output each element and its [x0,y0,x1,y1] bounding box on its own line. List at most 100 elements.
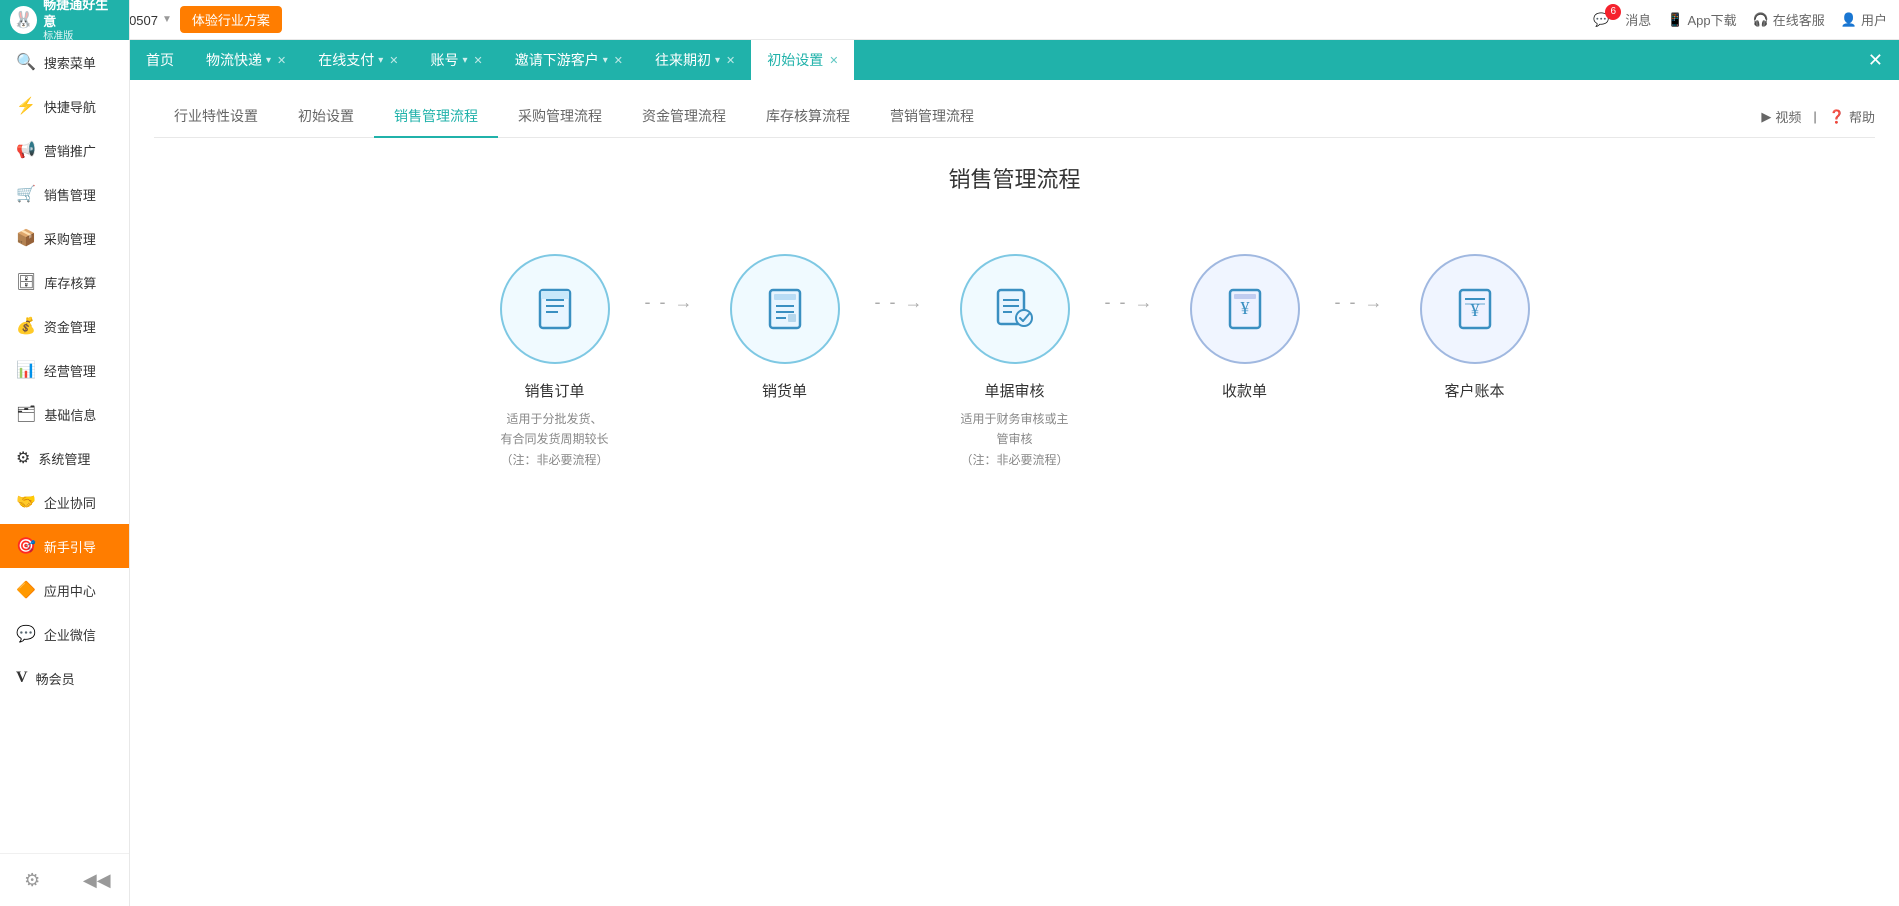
sub-tab-purchase-flow[interactable]: 采购管理流程 [498,96,622,138]
sales-icon: 🛒 [16,184,36,204]
flow-step-doc-review[interactable]: 单据审核 适用于财务审核或主管审核（注：非必要流程） [925,254,1105,470]
flow-step-sales-order[interactable]: 销售订单 适用于分批发货、有合同发货周期较长（注：非必要流程） [465,254,645,470]
flow-circle-sales-order [500,254,610,364]
nav-tab-logistics[interactable]: 物流快递 ▾ ✕ [190,40,302,80]
sidebar-nav: 🔍 搜索菜单 ⚡ 快捷导航 📢 营销推广 🛒 销售管理 📦 采购管理 🗄 库存核… [0,40,129,853]
flow-step-receipt[interactable]: ¥ 收款单 [1155,254,1335,409]
step-name-receipt: 收款单 [1222,380,1267,401]
user-avatar-item[interactable]: 👤 用户 [1841,10,1887,29]
sidebar-label-inventory: 库存核算 [44,273,96,292]
sidebar-label-operations: 经营管理 [44,361,96,380]
nav-tab-invite-close[interactable]: ✕ [614,54,623,67]
basic-icon: 🗂 [16,404,36,424]
nav-tab-initial-label: 初始设置 [767,50,823,70]
member-icon: V [16,669,28,687]
flow-circle-customer-ledger: ¥ [1420,254,1530,364]
flow-step-sales-invoice[interactable]: 销货单 [695,254,875,409]
step-name-sales-invoice: 销货单 [762,380,807,401]
sidebar: 🐰 畅捷通好生意 标准版 🔍 搜索菜单 ⚡ 快捷导航 📢 营销推广 🛒 销售管理… [0,0,130,906]
sidebar-item-quicknav[interactable]: ⚡ 快捷导航 [0,84,129,128]
sidebar-item-appcenter[interactable]: 🔶 应用中心 [0,568,129,612]
sub-tab-finance-flow[interactable]: 资金管理流程 [622,96,746,138]
flow-step-customer-ledger[interactable]: ¥ 客户账本 [1385,254,1565,409]
headset-icon: 🎧 [1753,12,1769,28]
play-icon: ▶ [1761,109,1771,125]
nav-tab-home[interactable]: 首页 [130,40,190,80]
online-service-item[interactable]: 🎧 在线客服 [1753,10,1825,29]
collapse-btn[interactable]: ◀◀ [79,862,115,898]
trial-button[interactable]: 体验行业方案 [180,6,282,33]
nav-tab-payment-close[interactable]: ✕ [389,54,398,67]
system-icon: ⚙ [16,448,30,468]
nav-tab-account-arrow: ▾ [463,55,468,66]
dropdown-arrow-icon: ▼ [162,14,172,25]
purchase-icon: 📦 [16,228,36,248]
inventory-icon: 🗄 [16,272,36,292]
nav-tab-opening[interactable]: 往来期初 ▾ ✕ [639,40,751,80]
sub-tab-initial[interactable]: 初始设置 [278,96,374,138]
sub-tab-marketing-flow[interactable]: 营销管理流程 [870,96,994,138]
nav-tab-payment[interactable]: 在线支付 ▾ ✕ [302,40,414,80]
online-service-label: 在线客服 [1773,10,1825,29]
nav-tab-invite-label: 邀请下游客户 [515,50,599,70]
window-close-btn[interactable]: ✕ [1860,40,1891,80]
nav-tab-invite[interactable]: 邀请下游客户 ▾ ✕ [499,40,639,80]
sidebar-item-wechat[interactable]: 💬 企业微信 [0,612,129,656]
sidebar-label-guide: 新手引导 [44,537,96,556]
video-help-btn[interactable]: ▶ 视频 [1761,107,1801,126]
sub-tab-inventory-flow[interactable]: 库存核算流程 [746,96,870,138]
nav-tab-opening-label: 往来期初 [655,50,711,70]
nav-tab-logistics-close[interactable]: ✕ [277,54,286,67]
sidebar-item-marketing[interactable]: 📢 营销推广 [0,128,129,172]
user-name-label: 用户 [1861,10,1887,29]
avatar-icon: 👤 [1841,12,1857,28]
appcenter-icon: 🔶 [16,580,36,600]
sidebar-item-purchase[interactable]: 📦 采购管理 [0,216,129,260]
nav-tab-account-close[interactable]: ✕ [474,54,483,67]
svg-text:¥: ¥ [1470,300,1479,320]
step-desc-sales-order: 适用于分批发货、有合同发货周期较长（注：非必要流程） [500,409,608,470]
sub-tabs-right: ▶ 视频 | ❓ 帮助 [1761,107,1875,126]
divider: | [1813,109,1816,124]
sidebar-logo: 🐰 畅捷通好生意 标准版 [0,0,129,40]
flow-circle-receipt: ¥ [1190,254,1300,364]
settings-bottom-btn[interactable]: ⚙ [14,862,50,898]
sidebar-item-search[interactable]: 🔍 搜索菜单 [0,40,129,84]
quicknav-icon: ⚡ [16,96,36,116]
sidebar-label-basic: 基础信息 [44,405,96,424]
nav-tab-opening-close[interactable]: ✕ [726,54,735,67]
collab-icon: 🤝 [16,492,36,512]
sub-tabs: 行业特性设置 初始设置 销售管理流程 采购管理流程 资金管理流程 库存核算流程 … [154,96,1875,138]
sidebar-item-basic[interactable]: 🗂 基础信息 [0,392,129,436]
finance-icon: 💰 [16,316,36,336]
help-btn[interactable]: ❓ 帮助 [1829,107,1875,126]
sidebar-item-system[interactable]: ⚙ 系统管理 [0,436,129,480]
sub-tab-sales-flow[interactable]: 销售管理流程 [374,96,498,138]
sidebar-label-purchase: 采购管理 [44,229,96,248]
sidebar-item-operations[interactable]: 📊 经营管理 [0,348,129,392]
nav-tab-account[interactable]: 账号 ▾ ✕ [415,40,499,80]
nav-tab-initial[interactable]: 初始设置 ✕ [751,40,854,80]
sidebar-item-guide[interactable]: 🎯 新手引导 [0,524,129,568]
flow-circle-doc-review [960,254,1070,364]
nav-tab-initial-close[interactable]: ✕ [829,54,838,67]
nav-tab-payment-arrow: ▾ [378,55,383,66]
sidebar-item-inventory[interactable]: 🗄 库存核算 [0,260,129,304]
message-badge: 6 [1605,4,1621,20]
flow-circle-sales-invoice [730,254,840,364]
sub-tab-industry[interactable]: 行业特性设置 [154,96,278,138]
sidebar-item-member[interactable]: V 畅会员 [0,656,129,700]
sidebar-label-system: 系统管理 [38,449,90,468]
nav-tabs-bar: 首页 物流快递 ▾ ✕ 在线支付 ▾ ✕ 账号 ▾ ✕ 邀请下游客户 ▾ ✕ 往… [130,40,1899,80]
sidebar-label-finance: 资金管理 [44,317,96,336]
message-item[interactable]: 💬 6 消息 [1593,10,1651,29]
nav-tab-opening-arrow: ▾ [715,55,720,66]
sidebar-item-finance[interactable]: 💰 资金管理 [0,304,129,348]
sidebar-label-marketing: 营销推广 [44,141,96,160]
sidebar-item-sales[interactable]: 🛒 销售管理 [0,172,129,216]
svg-text:¥: ¥ [1240,298,1249,318]
sidebar-item-collab[interactable]: 🤝 企业协同 [0,480,129,524]
app-download-item[interactable]: 📱 App下载 [1667,10,1736,29]
flow-diagram: 销售订单 适用于分批发货、有合同发货周期较长（注：非必要流程） - - → [154,234,1875,510]
header-right: 💬 6 消息 📱 App下载 🎧 在线客服 👤 用户 [1593,10,1887,29]
